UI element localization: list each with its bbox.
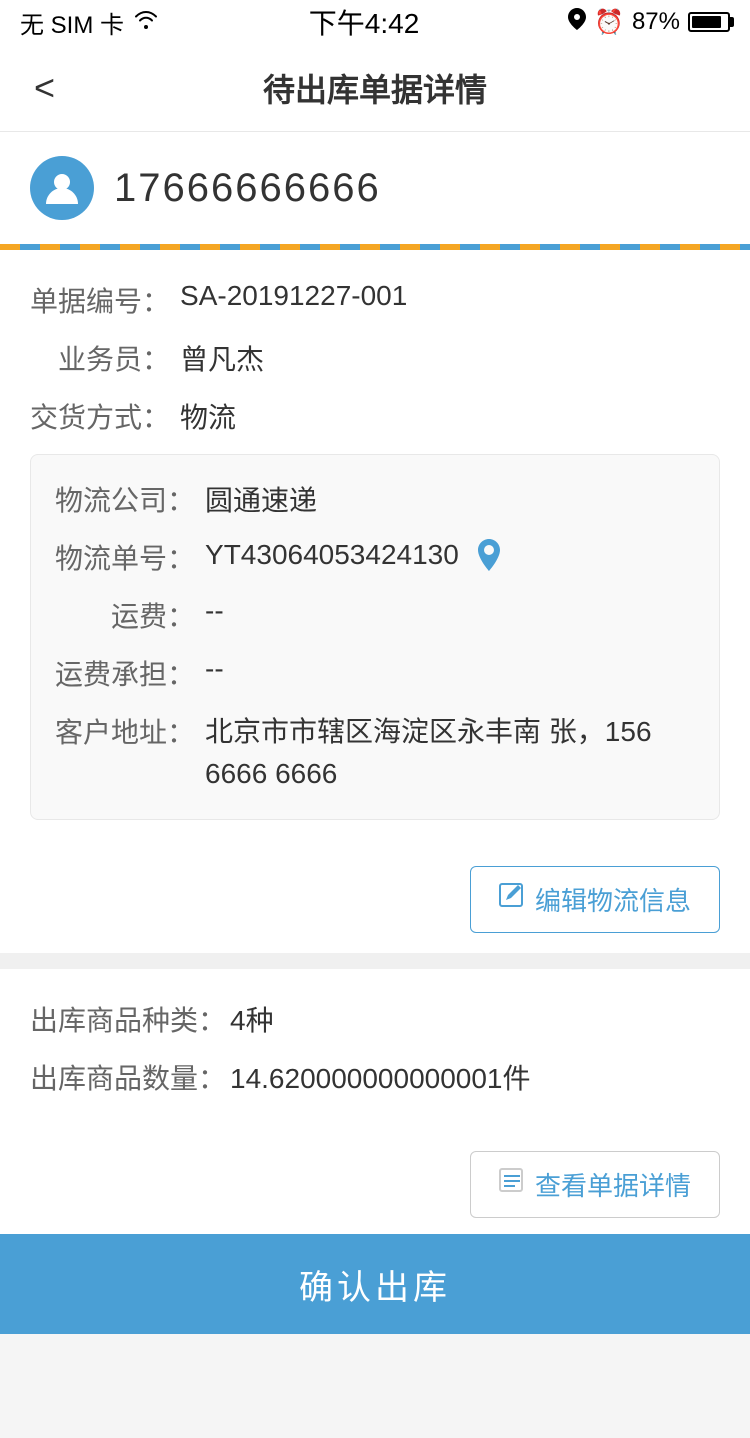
location-active-icon [568,8,586,37]
stock-type-label: 出库商品种类： [30,999,230,1039]
stock-quantity-row: 出库商品数量： 14.620000000000001件 [30,1057,720,1097]
doc-number-label: 单据编号： [30,280,170,320]
nav-bar: < 待出库单据详情 [0,44,750,132]
sales-person-row: 业务员： 曾凡杰 [30,338,720,378]
customer-section: 17666666666 [0,132,750,244]
avatar [30,156,94,220]
logistics-address-value: 北京市市辖区海淀区永丰南 张，156 6666 6666 [205,711,695,795]
stock-type-row: 出库商品种类： 4种 [30,999,720,1039]
view-details-button[interactable]: 查看单据详情 [470,1151,720,1218]
status-bar: 无 SIM 卡 下午4:42 ⏰ 87% [0,0,750,44]
edit-logistics-btn-wrap: 编辑物流信息 [0,850,750,953]
sales-person-value: 曾凡杰 [180,338,720,378]
logistics-freight-label: 运费： [55,595,195,635]
user-icon [42,168,82,208]
alarm-icon: ⏰ [594,8,624,37]
stock-quantity-value: 14.620000000000001件 [230,1057,531,1097]
logistics-freight-value: -- [205,595,695,627]
confirm-bar[interactable]: 确认出库 [0,1234,750,1334]
logistics-card: 物流公司： 圆通速递 物流单号： YT43064053424130 运费： --… [30,454,720,820]
sim-status: 无 SIM 卡 [20,5,124,40]
status-bar-left: 无 SIM 卡 [20,5,160,40]
list-icon [499,1168,525,1201]
confirm-button-label: 确认出库 [299,1260,451,1309]
status-bar-right: ⏰ 87% [568,8,730,37]
doc-number-row: 单据编号： SA-20191227-001 [30,280,720,320]
edit-logistics-label: 编辑物流信息 [535,881,691,918]
doc-number-value: SA-20191227-001 [180,280,720,312]
page-title: 待出库单据详情 [263,65,487,111]
logistics-company-value: 圆通速递 [205,479,695,519]
logistics-freight-bearer-value: -- [205,653,695,685]
view-details-label: 查看单据详情 [535,1166,691,1203]
stock-type-value: 4种 [230,999,274,1039]
view-details-btn-wrap: 查看单据详情 [0,1135,750,1238]
logistics-freight-row: 运费： -- [55,595,695,635]
customer-phone: 17666666666 [114,166,381,211]
battery-icon [688,12,730,32]
tracking-location-icon[interactable] [471,537,507,573]
edit-icon [499,883,525,916]
order-info-section: 单据编号： SA-20191227-001 业务员： 曾凡杰 交货方式： 物流 … [0,250,750,850]
stock-section: 出库商品种类： 4种 出库商品数量： 14.620000000000001件 [0,969,750,1135]
wifi-icon [132,8,160,36]
battery-percent: 87% [632,8,680,36]
logistics-address-row: 客户地址： 北京市市辖区海淀区永丰南 张，156 6666 6666 [55,711,695,795]
edit-logistics-button[interactable]: 编辑物流信息 [470,866,720,933]
logistics-tracking-row: 物流单号： YT43064053424130 [55,537,695,577]
stock-quantity-label: 出库商品数量： [30,1057,230,1097]
section-divider [0,953,750,969]
logistics-freight-bearer-label: 运费承担： [55,653,195,693]
logistics-company-label: 物流公司： [55,479,195,519]
delivery-method-value: 物流 [180,396,720,436]
back-button[interactable]: < [24,57,65,119]
logistics-address-label: 客户地址： [55,711,195,751]
logistics-company-row: 物流公司： 圆通速递 [55,479,695,519]
sales-person-label: 业务员： [30,338,170,378]
status-bar-time: 下午4:42 [309,2,420,42]
logistics-freight-bearer-row: 运费承担： -- [55,653,695,693]
logistics-tracking-label: 物流单号： [55,537,195,577]
delivery-method-label: 交货方式： [30,396,170,436]
logistics-tracking-value: YT43064053424130 [205,537,695,573]
delivery-method-row: 交货方式： 物流 [30,396,720,436]
